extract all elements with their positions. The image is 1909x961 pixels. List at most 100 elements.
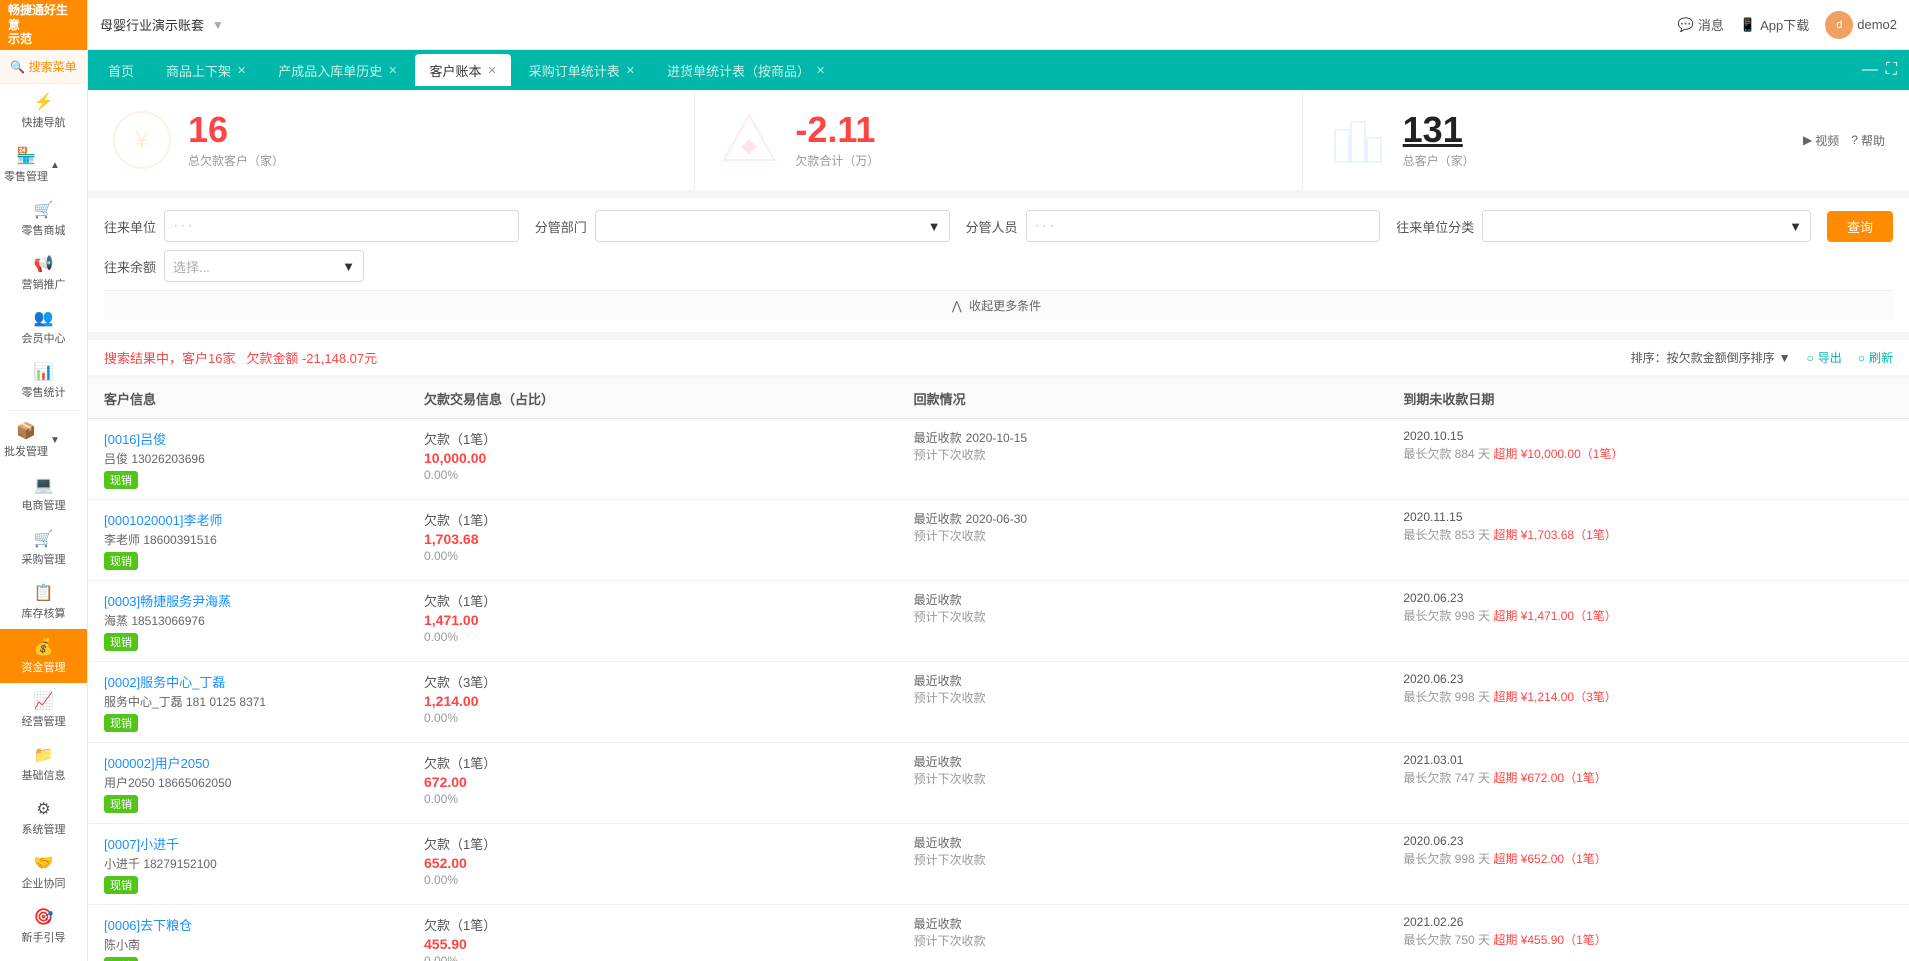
sidebar-item-inventory[interactable]: 📋 库存核算	[0, 575, 87, 629]
sidebar-item-basic-info[interactable]: 📁 基础信息	[0, 737, 87, 791]
user-avatar-btn[interactable]: d demo2	[1825, 11, 1897, 39]
message-icon: 💬	[1678, 17, 1694, 33]
sidebar-item-guide[interactable]: 🎯 新手引导	[0, 899, 87, 953]
sidebar-item-member[interactable]: 👥 会员中心	[0, 300, 87, 354]
summary-cards: ¥ 16 总欠款客户（家） ◆	[88, 90, 1909, 190]
sidebar-item-quick-nav[interactable]: ⚡ 快捷导航	[0, 84, 87, 138]
filter-vendor-input[interactable]: ···	[164, 210, 519, 242]
customer-name[interactable]: [0002]服务中心_丁磊	[104, 672, 424, 691]
customer-info-cell: [0006]去下粮仓 陈小南 现销	[104, 915, 424, 961]
customer-phone: 李老师 18600391516	[104, 531, 424, 548]
sidebar-item-wholesale[interactable]: 📦 批发管理 ▼	[0, 413, 87, 467]
tab-home[interactable]: 首页	[94, 54, 148, 86]
top-bar-right: 💬 消息 📱 App下载 d demo2	[1678, 11, 1897, 39]
filter-person-input[interactable]: ···	[1026, 210, 1381, 242]
overdue-info: 最长欠款 998 天 超期 ¥652.00（1笔）	[1403, 850, 1893, 867]
customer-tag: 现销	[104, 633, 138, 651]
recovery-info-cell: 最近收款 预计下次收款	[914, 591, 1404, 625]
sidebar-search[interactable]: 🔍 搜索菜单	[0, 50, 87, 84]
tab-customer-account[interactable]: 客户账本 ✕	[415, 54, 510, 86]
logo-text: 畅捷通好生意 示范	[8, 3, 79, 46]
filter-dept-select[interactable]: ▼	[595, 210, 950, 242]
tab-bar-actions: — ⛶	[1862, 61, 1905, 79]
filter-row-2: 往来余额 选择... ▼	[104, 250, 1893, 282]
sidebar-item-apps[interactable]: 🔧 应用中心	[0, 953, 87, 961]
overdue-link[interactable]: 超期 ¥1,703.68（1笔）	[1493, 528, 1616, 542]
customer-tag: 现销	[104, 471, 138, 489]
recovery-info-cell: 最近收款 预计下次收款	[914, 915, 1404, 949]
debt-total-icon: ◆	[719, 110, 779, 170]
top-bar-left: 母婴行业演示账套 ▼	[100, 15, 224, 34]
export-icon: ○	[1806, 351, 1813, 365]
app-download-btn[interactable]: 📱 App下载	[1740, 15, 1809, 34]
table-row: [0006]去下粮仓 陈小南 现销 欠款（1笔） 455.90 0.00% 最近…	[88, 905, 1909, 961]
sidebar-item-enterprise[interactable]: 🤝 企业协同	[0, 845, 87, 899]
sort-arrow: ▼	[1779, 351, 1791, 365]
customer-name[interactable]: [000002]用户2050	[104, 753, 424, 772]
recovery-info-cell: 最近收款2020-06-30 预计下次收款	[914, 510, 1404, 544]
sidebar-item-operations[interactable]: 📈 经营管理	[0, 683, 87, 737]
customer-phone: 小进千 18279152100	[104, 855, 424, 872]
nav-icon: ⚙	[36, 799, 50, 819]
filter-category-select[interactable]: ▼	[1482, 210, 1811, 242]
video-btn[interactable]: ▶ 视频	[1803, 132, 1839, 149]
tab-minimize-btn[interactable]: —	[1862, 61, 1878, 79]
overdue-link[interactable]: 超期 ¥1,471.00（1笔）	[1493, 609, 1616, 623]
debt-info-cell: 欠款（1笔） 672.00 0.00%	[424, 753, 914, 806]
tab-close-purchase[interactable]: ✕	[626, 64, 635, 77]
sidebar-item-marketing[interactable]: 📢 营销推广	[0, 246, 87, 300]
overdue-link[interactable]: 超期 ¥10,000.00（1笔）	[1493, 447, 1623, 461]
filter-dept: 分管部门 ▼	[535, 210, 950, 242]
nav-icon: 📈	[34, 691, 54, 711]
tab-close-inventory[interactable]: ✕	[816, 64, 825, 77]
col-debt-info: 欠款交易信息（占比）	[424, 389, 914, 408]
overdue-link[interactable]: 超期 ¥1,214.00（3笔）	[1493, 690, 1616, 704]
overdue-link[interactable]: 超期 ¥652.00（1笔）	[1493, 852, 1606, 866]
customer-name[interactable]: [0016]吕俊	[104, 429, 424, 448]
overdue-info: 最长欠款 884 天 超期 ¥10,000.00（1笔）	[1403, 445, 1893, 462]
collapse-bar[interactable]: ⋀ 收起更多条件	[104, 290, 1893, 320]
overdue-link[interactable]: 超期 ¥672.00（1笔）	[1493, 771, 1606, 785]
overdue-info: 最长欠款 998 天 超期 ¥1,214.00（3笔）	[1403, 688, 1893, 705]
tab-products[interactable]: 商品上下架 ✕	[152, 54, 260, 86]
export-btn[interactable]: ○ 导出	[1806, 349, 1841, 366]
debt-customer-label: 总欠款客户（家）	[188, 152, 284, 169]
tab-purchase-order[interactable]: 采购订单统计表 ✕	[515, 54, 649, 86]
table-header: 客户信息 欠款交易信息（占比） 回款情况 到期未收款日期	[88, 379, 1909, 419]
customer-tag: 现销	[104, 714, 138, 732]
tab-close-products[interactable]: ✕	[237, 64, 246, 77]
customer-tag: 现销	[104, 795, 138, 813]
tab-close-customer[interactable]: ✕	[488, 64, 497, 77]
filter-category: 往来单位分类 ▼	[1396, 210, 1811, 242]
customer-name[interactable]: [0007]小进千	[104, 834, 424, 853]
help-btn[interactable]: ? 帮助	[1851, 132, 1885, 149]
search-button[interactable]: 查询	[1827, 211, 1893, 242]
customer-name[interactable]: [0003]畅捷服务尹海蒸	[104, 591, 424, 610]
sidebar-item-finance[interactable]: 💰 资金管理	[0, 629, 87, 683]
sort-select[interactable]: 排序：按欠款金额倒序排序 ▼	[1631, 349, 1791, 366]
col-due-date: 到期未收款日期	[1403, 389, 1893, 408]
summary-card-total-customers: 131 总客户（家） ▶ 视频 ? 帮助	[1303, 90, 1909, 190]
filter-balance-label: 往来余额	[104, 257, 156, 276]
refresh-btn[interactable]: ○ 刷新	[1858, 349, 1893, 366]
filter-balance-select[interactable]: 选择... ▼	[164, 250, 364, 282]
tab-inventory-stats[interactable]: 进货单统计表（按商品） ✕	[653, 54, 839, 86]
sidebar-item-purchase[interactable]: 🛒 采购管理	[0, 521, 87, 575]
customer-name[interactable]: [0006]去下粮仓	[104, 915, 424, 934]
sidebar-item-retail-stats[interactable]: 📊 零售统计	[0, 354, 87, 408]
customer-tag: 现销	[104, 876, 138, 894]
input-dots: ···	[173, 217, 195, 235]
tab-expand-btn[interactable]: ⛶	[1886, 61, 1897, 79]
tab-production[interactable]: 产成品入库单历史 ✕	[264, 54, 411, 86]
table-row: [000002]用户2050 用户2050 18665062050 现销 欠款（…	[88, 743, 1909, 824]
customer-name[interactable]: [0001020001]李老师	[104, 510, 424, 529]
sidebar-item-retail-mgmt[interactable]: 🏪 零售管理 ▲	[0, 138, 87, 192]
main-area: 母婴行业演示账套 ▼ 💬 消息 📱 App下载 d demo2	[88, 0, 1909, 961]
overdue-link[interactable]: 超期 ¥455.90（1笔）	[1493, 933, 1606, 947]
tab-close-production[interactable]: ✕	[388, 64, 397, 77]
sidebar-item-retail-mall[interactable]: 🛒 零售商城	[0, 192, 87, 246]
sidebar-item-ecommerce[interactable]: 💻 电商管理	[0, 467, 87, 521]
total-customer-icon	[1327, 110, 1387, 170]
message-btn[interactable]: 💬 消息	[1678, 15, 1724, 34]
sidebar-item-system[interactable]: ⚙ 系统管理	[0, 791, 87, 845]
